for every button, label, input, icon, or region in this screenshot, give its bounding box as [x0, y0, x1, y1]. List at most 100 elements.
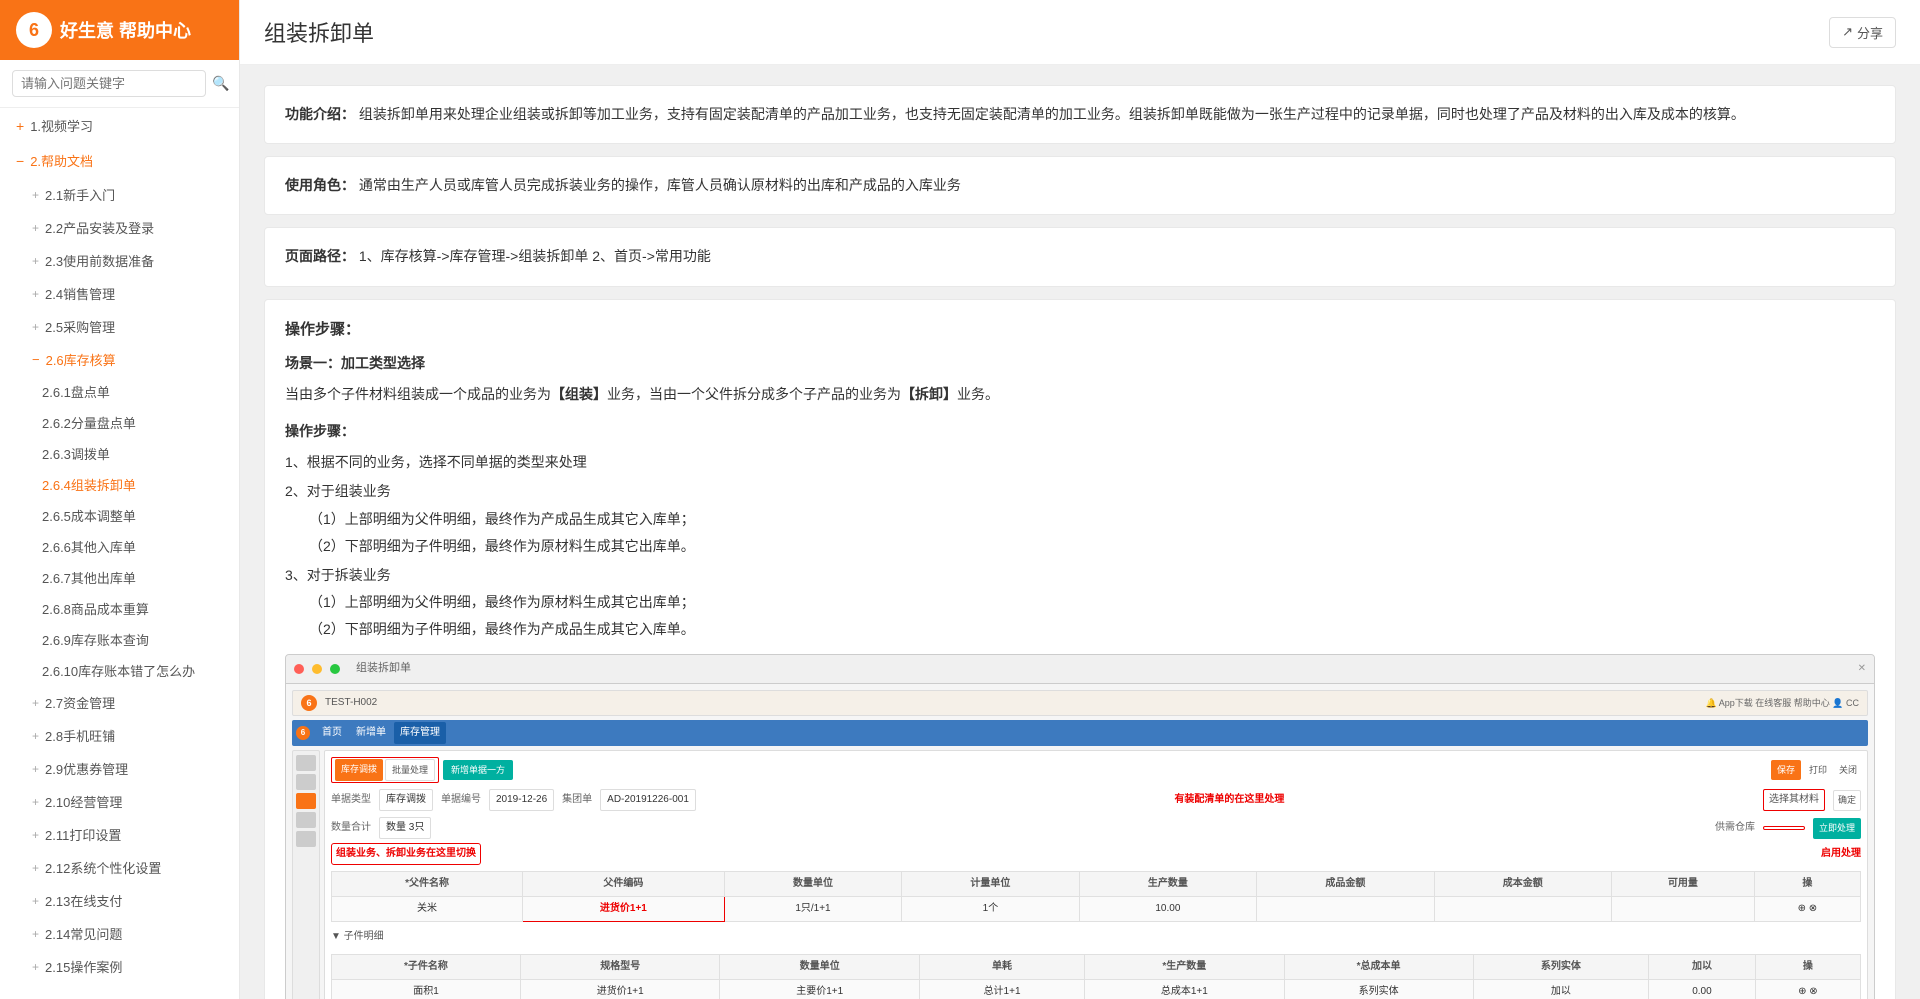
ops-card: 操作步骤： 场景一：加工类型选择 当由多个子件材料组装成一个成品的业务为【组装】…	[264, 299, 1896, 999]
nav-section: + 1.视频学习 − 2.帮助文档 + 2.1新手入门 + 2.2产品安装及登录…	[0, 108, 239, 983]
ss-form-row2: 数量合计 数量 3只 供需仓库 立即处理	[331, 817, 1861, 839]
ss-btn-confirm[interactable]: 立即处理	[1813, 818, 1861, 838]
sidebar-item-data[interactable]: + 2.3使用前数据准备	[0, 244, 239, 277]
collapse-icon: −	[16, 153, 24, 169]
ss-btn-select-material[interactable]: 选择其材料	[1763, 789, 1825, 811]
ss-btn-save[interactable]: 保存	[1771, 760, 1801, 780]
ss-warehouse-input[interactable]	[1763, 826, 1805, 830]
search-icon[interactable]: 🔍	[212, 75, 229, 92]
expand-icon: +	[32, 254, 39, 268]
ss-qty: 数量 3只	[379, 817, 431, 839]
ss-nav-bar: 6 首页 新增单 库存管理	[292, 720, 1868, 746]
ss-btn-new[interactable]: 库存调拨	[335, 759, 383, 781]
search-box: 🔍	[0, 60, 239, 108]
sidebar-item-mobile[interactable]: + 2.8手机旺铺	[0, 719, 239, 752]
sidebar-item-inventory[interactable]: − 2.6库存核算	[0, 343, 239, 376]
path-text: 1、库存核算->库存管理->组装拆卸单 2、首页->常用功能	[359, 248, 711, 264]
sidebar-logo: 6	[16, 12, 52, 48]
search-input[interactable]	[12, 70, 206, 97]
ss-th: 成品金额	[1257, 872, 1434, 897]
ss-btn-more[interactable]: 确定	[1833, 790, 1861, 810]
expand-icon: +	[32, 960, 39, 974]
sidebar-item-stocktake[interactable]: 2.6.1盘点单	[0, 376, 239, 407]
sidebar-item-inbound[interactable]: 2.6.6其他入库单	[0, 531, 239, 562]
ss-sub-label: ▼ 子件明细	[331, 926, 1861, 948]
sidebar-item-sales[interactable]: + 2.4销售管理	[0, 277, 239, 310]
ss-form-type: 库存调拨	[379, 789, 433, 811]
ss-annotation-enable: 启用处理	[1821, 845, 1861, 863]
expand-icon: +	[32, 828, 39, 842]
ss-content-panel: 库存调拨 批量处理 新增单据一方 保存 打印 关闭	[324, 750, 1868, 999]
ss-nav-inventory[interactable]: 库存管理	[394, 722, 446, 744]
sidebar-item-print[interactable]: + 2.11打印设置	[0, 818, 239, 851]
sidebar-item-assembly[interactable]: 2.6.4组装拆卸单	[0, 469, 239, 500]
ss-form-label: 单据类型	[331, 791, 371, 809]
page-title: 组装拆卸单	[264, 16, 374, 48]
ss-toolbar: 库存调拨 批量处理 新增单据一方 保存 打印 关闭	[331, 757, 1861, 783]
ss-btn-close[interactable]: 关闭	[1835, 760, 1861, 780]
sidebar-item-install[interactable]: + 2.2产品安装及登录	[0, 211, 239, 244]
path-label: 页面路径：	[285, 248, 355, 264]
ss-btn-add[interactable]: 新增单据一方	[443, 760, 513, 780]
sidebar-item-purchase[interactable]: + 2.5采购管理	[0, 310, 239, 343]
ss-btn-print[interactable]: 打印	[1805, 760, 1831, 780]
ss-sub-table: *子件名称 规格型号 数量单位 单耗 *生产数量 *总成本单 系列实体 加以 操	[331, 954, 1861, 999]
ss-logo: 6	[301, 695, 317, 711]
step2-sub2: （2）下部明细为子件明细，最终作为原材料生成其它出库单。	[285, 534, 1875, 559]
ss-top-bar-text: TEST-H002	[325, 694, 377, 712]
ss-icons: 🔔 App下载 在线客服 帮助中心 👤 CC	[1706, 695, 1859, 711]
sidebar-item-stockerror[interactable]: 2.6.10库存账本错了怎么办	[0, 655, 239, 686]
sidebar-item-partial[interactable]: 2.6.2分量盘点单	[0, 407, 239, 438]
close-btn[interactable]: ✕	[1858, 660, 1866, 678]
sidebar-item-video[interactable]: + 1.视频学习	[0, 108, 239, 143]
expand-icon: +	[32, 927, 39, 941]
ss-th: 单耗	[920, 955, 1085, 980]
screenshot-inner: 6 TEST-H002 🔔 App下载 在线客服 帮助中心 👤 CC 6 首页 …	[286, 684, 1874, 999]
expand-icon: +	[32, 795, 39, 809]
ss-th: 系列实体	[1473, 955, 1649, 980]
ss-top-bar: 6 TEST-H002 🔔 App下载 在线客服 帮助中心 👤 CC	[292, 690, 1868, 716]
role-card: 使用角色： 通常由生产人员或库管人员完成拆装业务的操作，库管人员确认原材料的出库…	[264, 156, 1896, 215]
share-button[interactable]: ↗ 分享	[1829, 17, 1896, 48]
sidebar-title: 好生意 帮助中心	[60, 17, 191, 43]
ss-sidebar-icon	[296, 774, 316, 790]
ss-btn-old[interactable]: 批量处理	[385, 759, 435, 781]
ss-nav-logo: 6	[296, 726, 310, 740]
ss-th: *子件名称	[332, 955, 521, 980]
sidebar-item-customize[interactable]: + 2.12系统个性化设置	[0, 851, 239, 884]
sidebar-item-faq[interactable]: + 2.14常见问题	[0, 917, 239, 950]
sidebar-item-adjust[interactable]: 2.6.3调拨单	[0, 438, 239, 469]
ss-nav-home[interactable]: 首页	[316, 722, 348, 744]
sidebar: 6 好生意 帮助中心 🔍 + 1.视频学习 − 2.帮助文档 + 2.1新手入门…	[0, 0, 240, 999]
sidebar-item-cases[interactable]: + 2.15操作案例	[0, 950, 239, 983]
ss-left-sidebar	[292, 750, 320, 999]
scene1-heading: 场景一：加工类型选择	[285, 351, 1875, 376]
ss-form-date: 2019-12-26	[489, 789, 554, 811]
sidebar-item-outbound[interactable]: 2.6.7其他出库单	[0, 562, 239, 593]
sidebar-item-stockcheck[interactable]: 2.6.9库存账本查询	[0, 624, 239, 655]
expand-icon: +	[32, 762, 39, 776]
expand-icon: +	[32, 320, 39, 334]
sidebar-item-cost[interactable]: 2.6.5成本调整单	[0, 500, 239, 531]
expand-icon: +	[32, 188, 39, 202]
ss-nav-new[interactable]: 新增单	[350, 722, 392, 744]
role-label: 使用角色：	[285, 177, 355, 193]
ops-steps-heading: 操作步骤：	[285, 419, 1875, 444]
expand-icon: +	[32, 861, 39, 875]
sidebar-item-ops[interactable]: + 2.10经营管理	[0, 785, 239, 818]
ss-th: 操	[1755, 955, 1860, 980]
step3: 3、对于拆装业务	[285, 563, 1875, 588]
sidebar-item-finance[interactable]: + 2.7资金管理	[0, 686, 239, 719]
sidebar-item-newbie[interactable]: + 2.1新手入门	[0, 178, 239, 211]
sidebar-item-coupon[interactable]: + 2.9优惠券管理	[0, 752, 239, 785]
ss-annotation-switch: 组装业务、拆卸业务在这里切换	[331, 843, 481, 865]
sidebar-item-onlinepay[interactable]: + 2.13在线支付	[0, 884, 239, 917]
ss-form-label: 集团单	[562, 791, 592, 809]
ss-th: *父件名称	[332, 872, 523, 897]
intro-label: 功能介绍：	[285, 106, 355, 122]
expand-icon: +	[32, 696, 39, 710]
sidebar-item-goodscost[interactable]: 2.6.8商品成本重算	[0, 593, 239, 624]
sidebar-item-docs[interactable]: − 2.帮助文档	[0, 143, 239, 178]
ss-th: 加以	[1649, 955, 1756, 980]
ss-table: *父件名称 父件编码 数量单位 计量单位 生产数量 成品金额 成本金额 可用量	[331, 871, 1861, 922]
